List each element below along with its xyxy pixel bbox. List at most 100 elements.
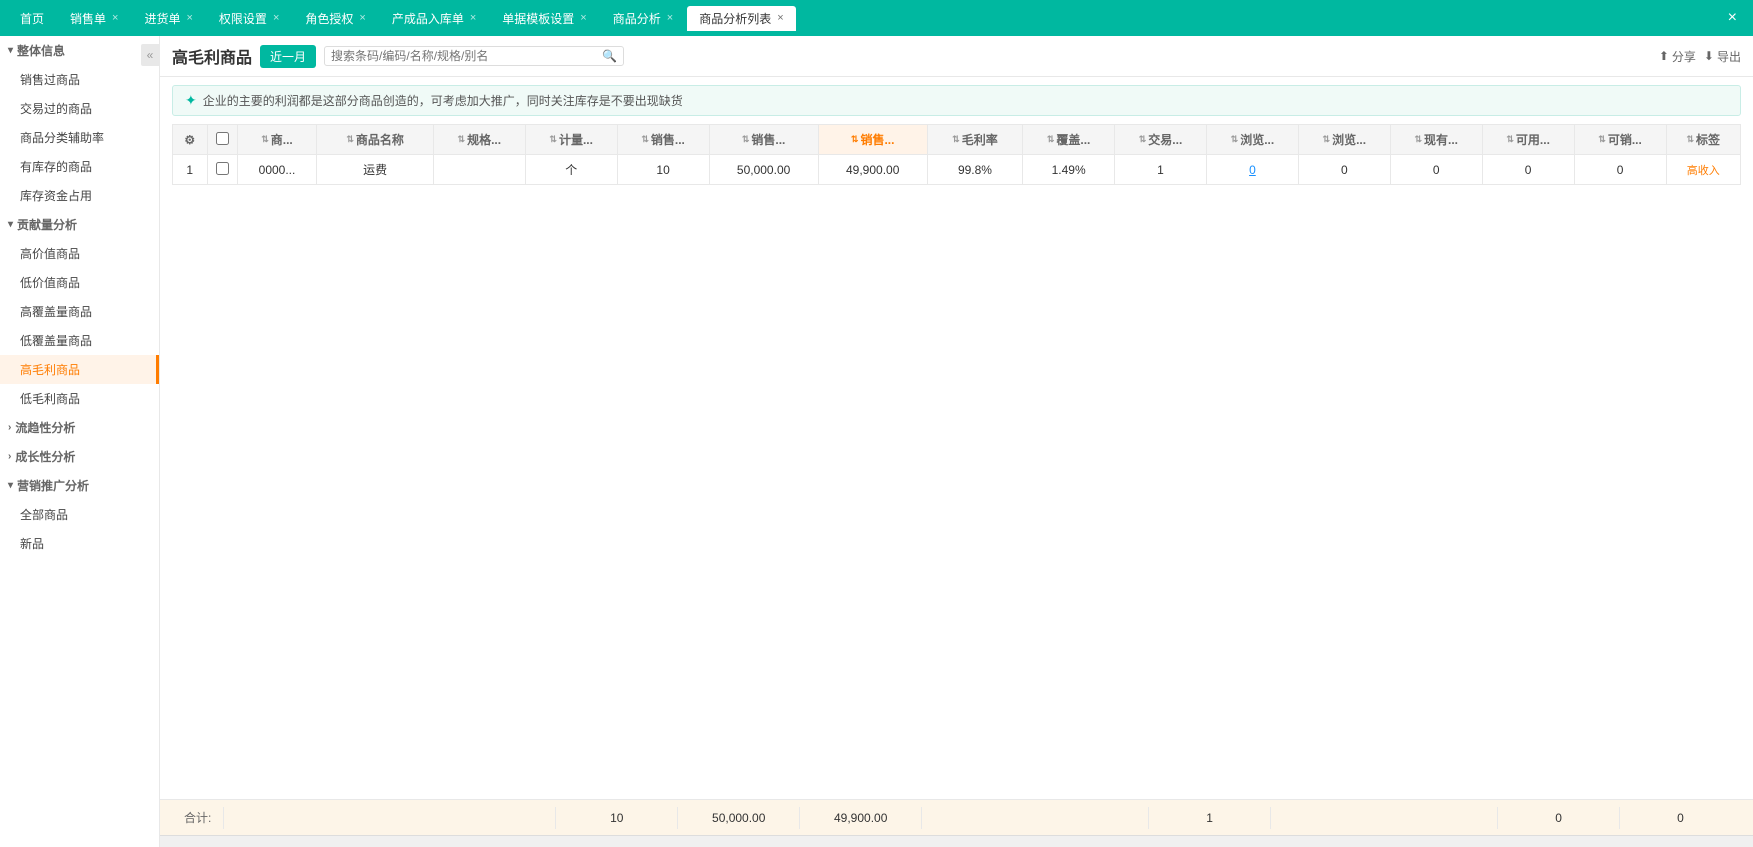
- filter-recent-month-button[interactable]: 近一月: [260, 45, 316, 68]
- nav-tab-products[interactable]: 产成品入库单 ×: [380, 6, 488, 31]
- footer-spacer1: [223, 807, 555, 829]
- sort-browse2-icon: ⇅: [1323, 134, 1331, 145]
- sort-name-icon: ⇅: [346, 134, 354, 145]
- share-icon: ⬆: [1659, 49, 1669, 63]
- table-container[interactable]: ⚙ ⇅ 商...: [160, 124, 1753, 799]
- sidebar-collapse-button[interactable]: «: [141, 44, 159, 66]
- footer-spacer3: [1270, 807, 1497, 829]
- cell-available2: 0: [1482, 155, 1574, 185]
- col-coverage[interactable]: ⇅ 覆盖...: [1023, 125, 1115, 155]
- cell-spec: [433, 155, 525, 185]
- sort-unit-icon: ⇅: [549, 134, 557, 145]
- top-nav: 首页 销售单 × 进货单 × 权限设置 × 角色授权 × 产成品入库单 × 单据…: [0, 0, 1753, 36]
- nav-tab-purchase[interactable]: 进货单 ×: [132, 6, 204, 31]
- close-sales-tab[interactable]: ×: [112, 12, 118, 24]
- window-close-button[interactable]: ×: [1720, 9, 1745, 27]
- sidebar-item-low-freq[interactable]: 低覆盖量商品: [0, 326, 159, 355]
- arrow-trend-icon: ›: [8, 422, 11, 433]
- sidebar-item-sales-goods[interactable]: 销售过商品: [0, 65, 159, 94]
- sidebar-item-high-freq[interactable]: 高覆盖量商品: [0, 297, 159, 326]
- close-analysis-list-tab[interactable]: ×: [777, 12, 783, 24]
- cell-code: 0000...: [237, 155, 317, 185]
- search-icon[interactable]: 🔍: [602, 49, 617, 63]
- col-available1[interactable]: ⇅ 现有...: [1390, 125, 1482, 155]
- col-name[interactable]: ⇅ 商品名称: [317, 125, 433, 155]
- sidebar-group-growth[interactable]: › 成长性分析: [0, 442, 159, 471]
- cell-unit: 个: [525, 155, 617, 185]
- sidebar-item-low-value[interactable]: 低价值商品: [0, 268, 159, 297]
- sidebar-item-new-goods[interactable]: 新品: [0, 529, 159, 558]
- col-sales-cost[interactable]: ⇅ 销售...: [818, 125, 927, 155]
- nav-tab-analysis[interactable]: 商品分析 ×: [601, 6, 685, 31]
- nav-tab-sales[interactable]: 销售单 ×: [58, 6, 130, 31]
- main-layout: « ▾ 整体信息 销售过商品 交易过的商品 商品分类辅助率 有库存的商品 库存资…: [0, 36, 1753, 847]
- col-sales-amount[interactable]: ⇅ 销售...: [709, 125, 818, 155]
- cell-coverage: 1.49%: [1023, 155, 1115, 185]
- close-roles-tab[interactable]: ×: [359, 12, 365, 24]
- col-sales-qty[interactable]: ⇅ 销售...: [617, 125, 709, 155]
- col-sellable[interactable]: ⇅ 可销...: [1574, 125, 1666, 155]
- nav-tab-templates[interactable]: 单据模板设置 ×: [490, 6, 598, 31]
- info-banner: ✦ 企业的主要的利润都是这部分商品创造的，可考虑加大推广，同时关注库存是不要出现…: [172, 85, 1741, 116]
- close-templates-tab[interactable]: ×: [580, 12, 586, 24]
- arrow-growth-icon: ›: [8, 451, 11, 462]
- cell-index: 1: [173, 155, 208, 185]
- sidebar-item-inventory-ratio[interactable]: 库存资金占用: [0, 181, 159, 210]
- sidebar-item-goods-analysis[interactable]: 商品分类辅助率: [0, 123, 159, 152]
- select-all-checkbox[interactable]: [216, 132, 229, 145]
- sidebar-item-inventory-goods[interactable]: 有库存的商品: [0, 152, 159, 181]
- cell-checkbox[interactable]: [207, 155, 237, 185]
- col-code[interactable]: ⇅ 商...: [237, 125, 317, 155]
- nav-tab-permissions[interactable]: 权限设置 ×: [207, 6, 291, 31]
- col-checkbox[interactable]: [207, 125, 237, 155]
- nav-tab-roles[interactable]: 角色授权 ×: [293, 6, 377, 31]
- footer-cells: 10 50,000.00 49,900.00 1 0 0: [223, 807, 1741, 829]
- sidebar-item-high-margin[interactable]: 高毛利商品: [0, 355, 159, 384]
- nav-tab-analysis-list[interactable]: 商品分析列表 ×: [687, 6, 795, 31]
- col-available2[interactable]: ⇅ 可用...: [1482, 125, 1574, 155]
- arrow-marketing-icon: ▾: [8, 480, 13, 491]
- header-actions: ⬆ 分享 ⬇ 导出: [1659, 48, 1741, 65]
- sidebar-group-trend[interactable]: › 流趋性分析: [0, 413, 159, 442]
- sort-trans-icon: ⇅: [1139, 134, 1147, 145]
- sidebar-group-overall[interactable]: ▾ 整体信息: [0, 36, 159, 65]
- col-tag[interactable]: ⇅ 标签: [1666, 125, 1741, 155]
- sort-tag-icon: ⇅: [1686, 134, 1694, 145]
- col-unit[interactable]: ⇅ 计量...: [525, 125, 617, 155]
- footer-available1: 0: [1497, 807, 1619, 829]
- export-icon: ⬇: [1704, 49, 1714, 63]
- footer-transactions: 1: [1148, 807, 1270, 829]
- search-input[interactable]: [331, 49, 598, 63]
- col-browse1[interactable]: ⇅ 浏览...: [1206, 125, 1298, 155]
- col-settings[interactable]: ⚙: [173, 125, 208, 155]
- sidebar-item-traded-goods[interactable]: 交易过的商品: [0, 94, 159, 123]
- col-spec[interactable]: ⇅ 规格...: [433, 125, 525, 155]
- footer-sales-cost: 49,900.00: [799, 807, 921, 829]
- cell-browse1[interactable]: 0: [1206, 155, 1298, 185]
- sort-coverage-icon: ⇅: [1047, 134, 1055, 145]
- sort-sellable-icon: ⇅: [1598, 134, 1606, 145]
- cell-margin-rate: 99.8%: [927, 155, 1022, 185]
- sidebar-item-all-goods[interactable]: 全部商品: [0, 500, 159, 529]
- footer-available2: 0: [1619, 807, 1741, 829]
- sort-avail1-icon: ⇅: [1414, 134, 1422, 145]
- sidebar-item-high-value[interactable]: 高价值商品: [0, 239, 159, 268]
- col-margin-rate[interactable]: ⇅ 毛利率: [927, 125, 1022, 155]
- col-transactions[interactable]: ⇅ 交易...: [1115, 125, 1207, 155]
- sort-sales-amount-icon: ⇅: [742, 134, 750, 145]
- share-button[interactable]: ⬆ 分享: [1659, 48, 1696, 65]
- content-area: 高毛利商品 近一月 🔍 ⬆ 分享 ⬇ 导出 ✦ 企业的主要的利润都是这部分商品创…: [160, 36, 1753, 847]
- bottom-scrollbar[interactable]: [160, 835, 1753, 847]
- export-button[interactable]: ⬇ 导出: [1704, 48, 1741, 65]
- sidebar-group-wealth[interactable]: ▾ 贡献量分析: [0, 210, 159, 239]
- close-analysis-tab[interactable]: ×: [667, 12, 673, 24]
- footer-totals: 合计: 10 50,000.00 49,900.00 1 0 0: [160, 799, 1753, 835]
- col-browse2[interactable]: ⇅ 浏览...: [1298, 125, 1390, 155]
- nav-tab-home[interactable]: 首页: [8, 6, 56, 31]
- close-purchase-tab[interactable]: ×: [186, 12, 192, 24]
- close-permissions-tab[interactable]: ×: [273, 12, 279, 24]
- row-checkbox[interactable]: [216, 162, 229, 175]
- close-products-tab[interactable]: ×: [470, 12, 476, 24]
- sidebar-item-low-margin[interactable]: 低毛利商品: [0, 384, 159, 413]
- sidebar-group-marketing[interactable]: ▾ 营销推广分析: [0, 471, 159, 500]
